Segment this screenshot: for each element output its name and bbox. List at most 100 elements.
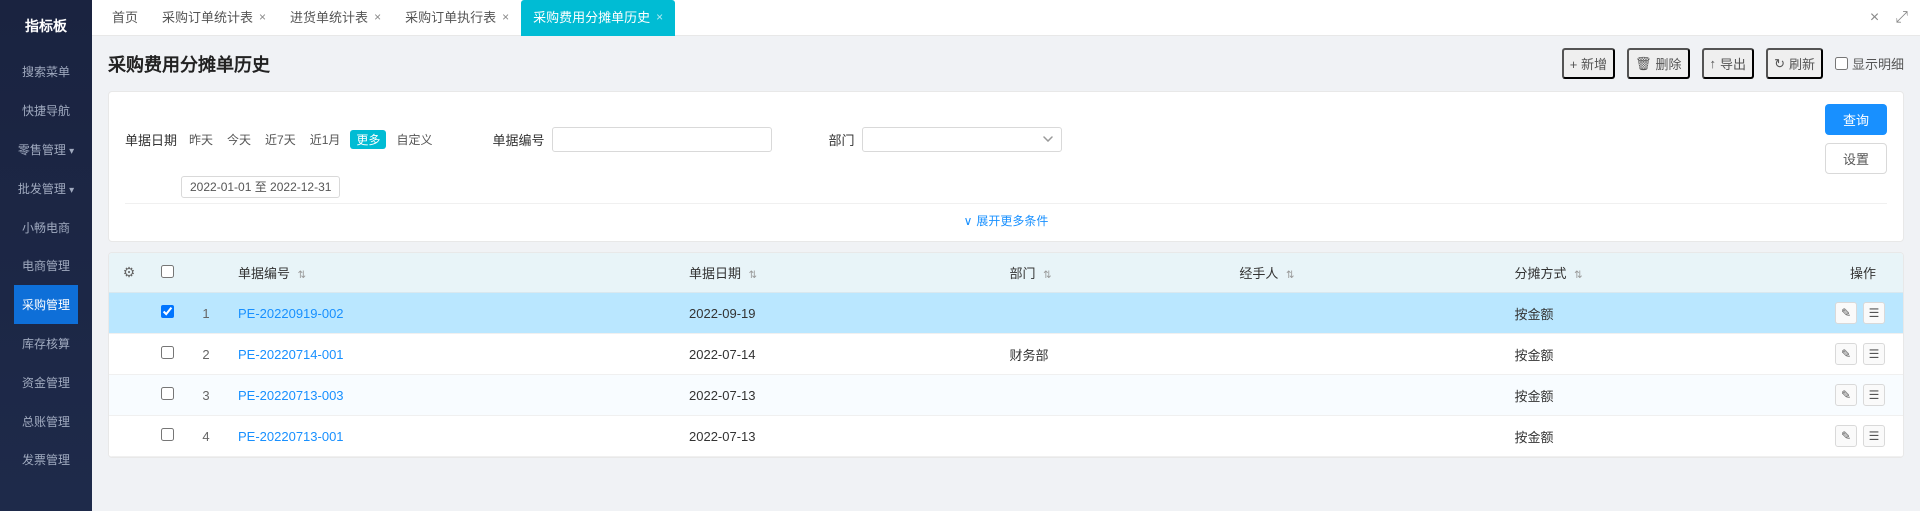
add-button[interactable]: + 新增 — [1562, 48, 1615, 79]
data-table-container: ⚙ 单据编号 ⇅ 单据日期 ⇅ — [108, 252, 1904, 458]
table-row[interactable]: 1 PE-20220919-002 2022-09-19 按金额 ✎ ☰ — [109, 293, 1903, 334]
sidebar-item-ledger[interactable]: 总账管理 — [14, 402, 78, 441]
dept-filter-label: 部门 — [828, 130, 854, 149]
td-checkbox — [149, 334, 186, 375]
td-num: 2 — [186, 334, 226, 375]
table-row[interactable]: 3 PE-20220713-003 2022-07-13 按金额 ✎ ☰ — [109, 375, 1903, 416]
sidebar-item-quick[interactable]: 快捷导航 — [14, 91, 78, 130]
tab-label: 采购订单统计表 — [162, 7, 253, 26]
row-checkbox[interactable] — [161, 346, 174, 359]
refresh-button[interactable]: ↻ 刷新 — [1766, 48, 1823, 79]
td-settings — [109, 416, 149, 457]
tab-purchase-fee-split[interactable]: 采购费用分摊单历史 × — [521, 0, 675, 36]
date-shortcut-7days[interactable]: 近7天 — [261, 130, 300, 149]
edit-action-button[interactable]: ✎ — [1835, 343, 1857, 365]
edit-action-button[interactable]: ✎ — [1835, 425, 1857, 447]
sort-handler-icon[interactable]: ⇅ — [1286, 270, 1294, 281]
sidebar-item-mini[interactable]: 小畅电商 — [14, 208, 78, 247]
tab-home[interactable]: 首页 — [100, 0, 150, 36]
sidebar-item-capital[interactable]: 资金管理 — [14, 363, 78, 402]
date-range-value[interactable]: 2022-01-01 至 2022-12-31 — [181, 176, 340, 198]
settings-button[interactable]: 设置 — [1825, 143, 1887, 174]
action-icons: ✎ ☰ — [1835, 384, 1891, 406]
date-shortcut-custom[interactable]: 自定义 — [392, 130, 436, 149]
sidebar-item-wholesale[interactable]: 批发管理 ▾ — [14, 169, 78, 208]
sort-split-icon[interactable]: ⇅ — [1574, 270, 1582, 281]
sidebar-item-label: 批发管理 ▾ — [18, 181, 74, 198]
td-num: 3 — [186, 375, 226, 416]
td-settings — [109, 334, 149, 375]
detail-action-button[interactable]: ☰ — [1863, 343, 1885, 365]
doc-no-link[interactable]: PE-20220919-002 — [238, 306, 344, 321]
td-settings — [109, 375, 149, 416]
td-dept — [997, 416, 1227, 457]
sidebar-item-label: 库存核算 — [18, 336, 74, 353]
th-split-method: 分摊方式 ⇅ — [1503, 253, 1823, 293]
td-actions: ✎ ☰ — [1823, 416, 1903, 457]
td-dept: 财务部 — [997, 334, 1227, 375]
detail-action-button[interactable]: ☰ — [1863, 425, 1885, 447]
export-button[interactable]: ↑ 导出 — [1702, 48, 1755, 79]
tab-purchase-order-exec[interactable]: 采购订单执行表 × — [393, 0, 521, 36]
doc-no-link[interactable]: PE-20220713-001 — [238, 429, 344, 444]
row-checkbox[interactable] — [161, 305, 174, 318]
td-checkbox — [149, 293, 186, 334]
fullscreen-button[interactable]: ⤢ — [1891, 7, 1912, 29]
tab-purchase-order-stat[interactable]: 采购订单统计表 × — [150, 0, 278, 36]
detail-action-button[interactable]: ☰ — [1863, 302, 1885, 324]
row-checkbox[interactable] — [161, 428, 174, 441]
sidebar-item-inventory[interactable]: 库存核算 — [14, 324, 78, 363]
date-shortcut-1month[interactable]: 近1月 — [306, 130, 345, 149]
td-handler — [1227, 375, 1502, 416]
td-doc-no: PE-20220714-001 — [226, 334, 677, 375]
doc-no-link[interactable]: PE-20220714-001 — [238, 347, 344, 362]
tab-close-button[interactable]: × — [502, 10, 509, 24]
td-doc-no: PE-20220919-002 — [226, 293, 677, 334]
th-handler: 经手人 ⇅ — [1227, 253, 1502, 293]
export-icon: ↑ — [1710, 56, 1717, 71]
sidebar-item-purchase[interactable]: 采购管理 — [14, 285, 78, 324]
dept-filter-select[interactable] — [862, 127, 1062, 152]
td-actions: ✎ ☰ — [1823, 293, 1903, 334]
tab-close-button[interactable]: × — [374, 10, 381, 24]
docno-filter-label: 单据编号 — [492, 130, 544, 149]
select-all-checkbox[interactable] — [161, 265, 174, 278]
tab-label: 采购订单执行表 — [405, 7, 496, 26]
date-shortcuts: 昨天 今天 近7天 近1月 更多 自定义 — [185, 130, 436, 149]
edit-action-button[interactable]: ✎ — [1835, 384, 1857, 406]
column-settings-icon[interactable]: ⚙ — [123, 264, 136, 280]
th-date: 单据日期 ⇅ — [677, 253, 997, 293]
docno-filter-input[interactable] — [552, 127, 772, 152]
edit-action-button[interactable]: ✎ — [1835, 302, 1857, 324]
td-handler — [1227, 416, 1502, 457]
show-detail-checkbox[interactable]: 显示明细 — [1835, 54, 1904, 73]
detail-action-button[interactable]: ☰ — [1863, 384, 1885, 406]
query-button[interactable]: 查询 — [1825, 104, 1887, 135]
show-detail-input[interactable] — [1835, 57, 1848, 70]
date-shortcut-more[interactable]: 更多 — [350, 130, 386, 149]
action-icons: ✎ ☰ — [1835, 302, 1891, 324]
sort-dept-icon[interactable]: ⇅ — [1043, 270, 1051, 281]
sidebar-item-label: 采购管理 — [18, 297, 74, 314]
sidebar-item-search[interactable]: 搜索菜单 — [14, 52, 78, 91]
row-checkbox[interactable] — [161, 387, 174, 400]
sidebar-item-retail[interactable]: 零售管理 ▾ — [14, 130, 78, 169]
date-shortcut-yesterday[interactable]: 昨天 — [185, 130, 217, 149]
table-row[interactable]: 2 PE-20220714-001 2022-07-14 财务部 按金额 ✎ ☰ — [109, 334, 1903, 375]
doc-no-link[interactable]: PE-20220713-003 — [238, 388, 344, 403]
table-row[interactable]: 4 PE-20220713-001 2022-07-13 按金额 ✎ ☰ — [109, 416, 1903, 457]
tab-close-button[interactable]: × — [259, 10, 266, 24]
delete-button[interactable]: 🗑 删除 — [1627, 48, 1690, 79]
sidebar-item-ecommerce[interactable]: 电商管理 — [14, 246, 78, 285]
tab-label: 采购费用分摊单历史 — [533, 7, 650, 26]
th-actions: 操作 — [1823, 253, 1903, 293]
expand-more-btn[interactable]: ∨ 展开更多条件 — [125, 203, 1887, 229]
tab-close-button[interactable]: × — [656, 10, 663, 24]
th-settings: ⚙ — [109, 253, 149, 293]
tab-inbound-stat[interactable]: 进货单统计表× — [278, 0, 393, 36]
sidebar-item-invoice[interactable]: 发票管理 — [14, 440, 78, 479]
date-shortcut-today[interactable]: 今天 — [223, 130, 255, 149]
sort-date-icon[interactable]: ⇅ — [749, 270, 757, 281]
sort-doc-no-icon[interactable]: ⇅ — [298, 270, 306, 281]
close-all-tabs-button[interactable]: × — [1866, 7, 1883, 29]
